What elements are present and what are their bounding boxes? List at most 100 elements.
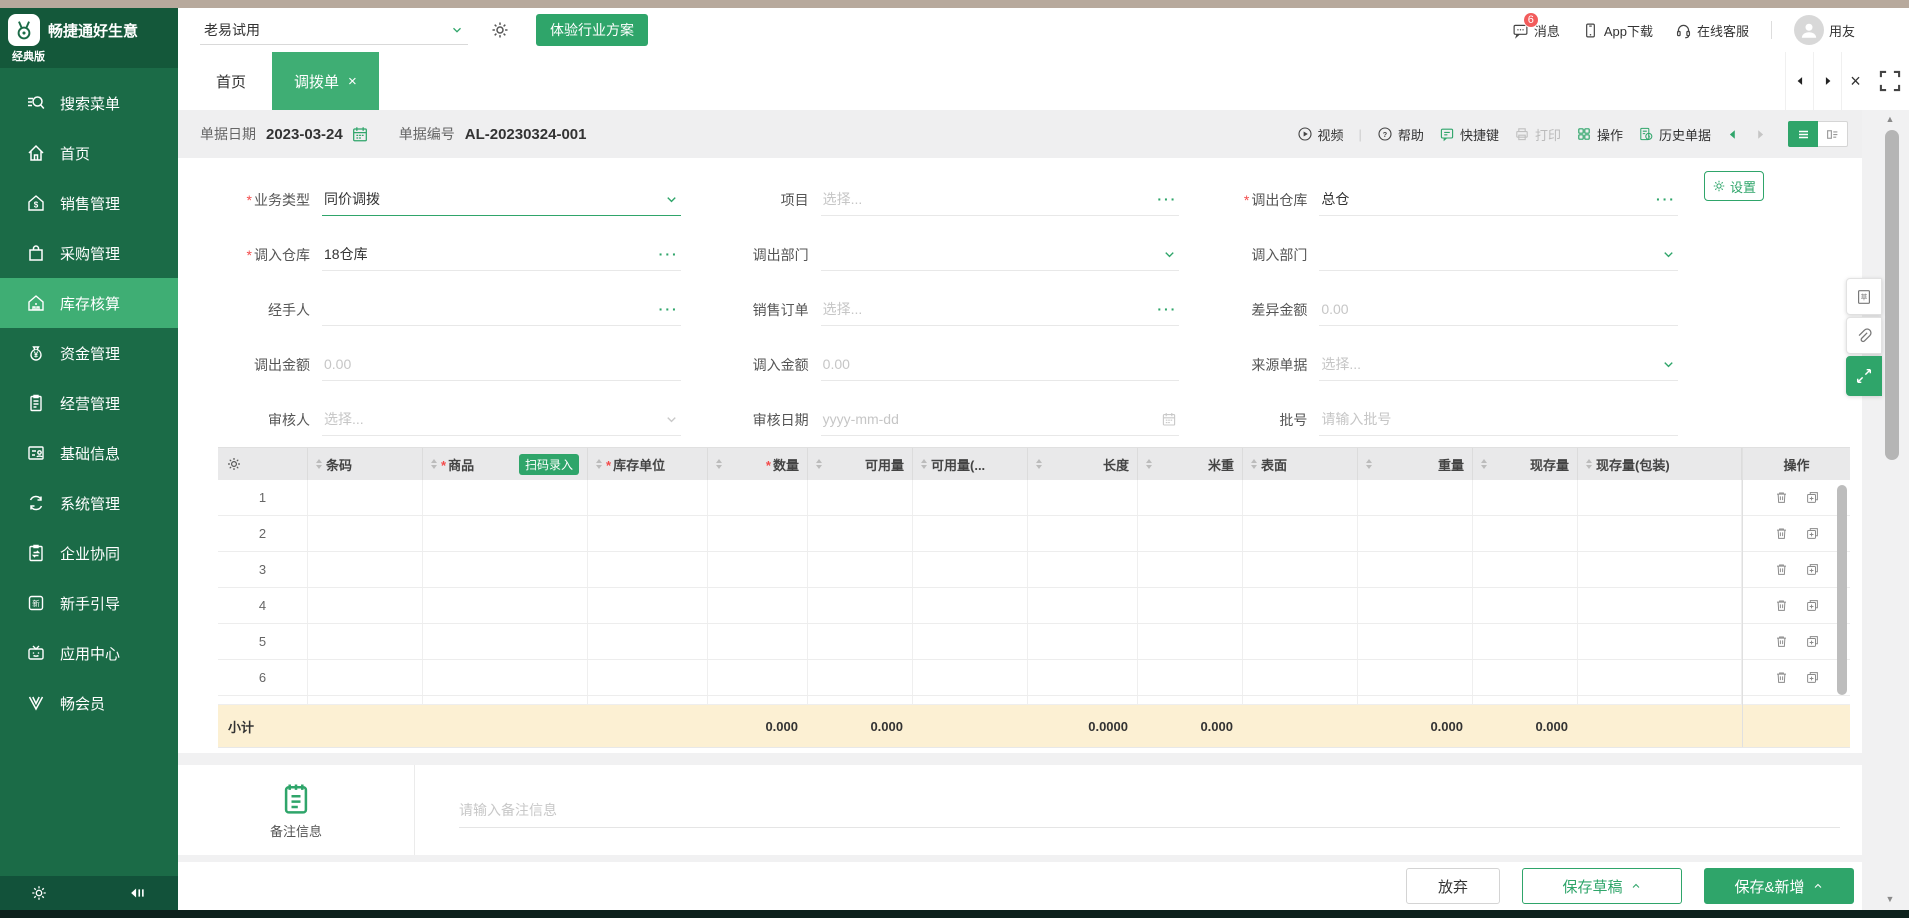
cell-product[interactable]: [423, 516, 588, 551]
account-select[interactable]: 老易试用: [200, 15, 468, 45]
cell-stock[interactable]: [1473, 660, 1578, 695]
delete-row-icon[interactable]: [1774, 670, 1789, 685]
cell-stock_pkg[interactable]: [1578, 552, 1742, 587]
sort-arrows-icon[interactable]: [1586, 459, 1592, 469]
cell-surface[interactable]: [1243, 516, 1358, 551]
cell-barcode[interactable]: [308, 588, 423, 623]
cell-available[interactable]: [808, 552, 913, 587]
video-button[interactable]: 视频: [1297, 125, 1344, 144]
more-options-icon[interactable]: ···: [659, 302, 679, 316]
header-settings-gear-icon[interactable]: [490, 20, 510, 40]
cell-available[interactable]: [808, 660, 913, 695]
cell-surface[interactable]: [1243, 660, 1358, 695]
cell-available[interactable]: [808, 516, 913, 551]
cell-meter_weight[interactable]: [1138, 516, 1243, 551]
chevron-down-icon[interactable]: [1162, 247, 1177, 262]
cell-meter_weight[interactable]: [1138, 588, 1243, 623]
column-header-stock[interactable]: 现存量: [1473, 448, 1578, 480]
cell-product[interactable]: [423, 552, 588, 587]
cell-weight[interactable]: [1358, 480, 1473, 515]
cell-available[interactable]: [808, 588, 913, 623]
field-input-审核日期[interactable]: yyyy-mm-dd: [820, 404, 1180, 436]
column-header-available_pkg[interactable]: 可用量(...: [913, 448, 1028, 480]
cell-product[interactable]: [423, 480, 588, 515]
field-input-调入部门[interactable]: [1319, 239, 1678, 271]
cell-surface[interactable]: [1243, 624, 1358, 659]
cell-product[interactable]: [423, 624, 588, 659]
cell-barcode[interactable]: [308, 552, 423, 587]
doc-date-value[interactable]: 2023-03-24: [266, 126, 343, 143]
field-input-调入仓库[interactable]: 18仓库 ···: [322, 239, 681, 271]
copy-row-icon[interactable]: [1805, 562, 1820, 577]
sort-arrows-icon[interactable]: [1366, 459, 1372, 469]
cell-unit[interactable]: [588, 552, 708, 587]
cell-qty[interactable]: [708, 516, 808, 551]
sidebar-item-2[interactable]: $ 销售管理: [0, 178, 178, 228]
field-input-业务类型[interactable]: 同价调拨: [322, 184, 681, 216]
cell-stock[interactable]: [1473, 516, 1578, 551]
sidebar-item-11[interactable]: 应用中心: [0, 628, 178, 678]
sort-arrows-icon[interactable]: [816, 459, 822, 469]
more-options-icon[interactable]: ···: [1656, 192, 1676, 206]
history-docs-button[interactable]: 历史单据: [1638, 125, 1711, 144]
delete-row-icon[interactable]: [1774, 598, 1789, 613]
column-header-length[interactable]: 长度: [1028, 448, 1138, 480]
cell-stock_pkg[interactable]: [1578, 588, 1742, 623]
cell-qty[interactable]: [708, 588, 808, 623]
field-input-项目[interactable]: 选择... ···: [820, 184, 1180, 216]
delete-row-icon[interactable]: [1774, 526, 1789, 541]
field-input-销售订单[interactable]: 选择... ···: [820, 294, 1180, 326]
cell-unit[interactable]: [588, 660, 708, 695]
cell-unit[interactable]: [588, 624, 708, 659]
field-input-来源单据[interactable]: 选择...: [1319, 349, 1678, 381]
sidebar-item-1[interactable]: 首页: [0, 128, 178, 178]
attachment-button[interactable]: [1846, 317, 1882, 354]
cell-stock[interactable]: [1473, 624, 1578, 659]
sort-arrows-icon[interactable]: [1146, 459, 1152, 469]
next-doc-icon[interactable]: [1754, 128, 1767, 141]
more-options-icon[interactable]: ···: [1157, 302, 1177, 316]
collapse-sidebar-icon[interactable]: [128, 884, 146, 902]
sort-arrows-icon[interactable]: [431, 459, 437, 469]
cell-length[interactable]: [1028, 588, 1138, 623]
operations-button[interactable]: 操作: [1576, 125, 1623, 144]
cell-unit[interactable]: [588, 480, 708, 515]
expand-panel-button[interactable]: [1846, 356, 1882, 396]
scroll-up-arrow[interactable]: ▲: [1883, 114, 1897, 124]
cell-weight[interactable]: [1358, 588, 1473, 623]
copy-row-icon[interactable]: [1805, 634, 1820, 649]
sort-arrows-icon[interactable]: [596, 459, 602, 469]
sidebar-item-9[interactable]: 企业协同: [0, 528, 178, 578]
discard-button[interactable]: 放弃: [1406, 868, 1500, 904]
sidebar-item-8[interactable]: 系统管理: [0, 478, 178, 528]
column-header-unit[interactable]: * 库存单位: [588, 448, 708, 480]
sort-arrows-icon[interactable]: [716, 459, 722, 469]
sidebar-item-10[interactable]: 新 新手引导: [0, 578, 178, 628]
calendar-icon[interactable]: [1161, 411, 1177, 427]
cell-stock_pkg[interactable]: [1578, 660, 1742, 695]
fullscreen-icon[interactable]: [1877, 68, 1903, 94]
cell-barcode[interactable]: [308, 480, 423, 515]
cell-stock[interactable]: [1473, 552, 1578, 587]
messages-button[interactable]: 消息 6: [1512, 11, 1560, 40]
field-input-调出部门[interactable]: [820, 239, 1180, 271]
cell-unit[interactable]: [588, 516, 708, 551]
calendar-icon[interactable]: [351, 125, 369, 143]
cell-qty[interactable]: [708, 660, 808, 695]
field-input-批号[interactable]: 请输入批号: [1319, 404, 1678, 436]
draft-list-button[interactable]: 草: [1846, 278, 1882, 315]
column-header-product[interactable]: * 商品 扫码录入: [423, 448, 588, 480]
cell-length[interactable]: [1028, 552, 1138, 587]
cell-available_pkg[interactable]: [913, 660, 1028, 695]
help-button[interactable]: ? 帮助: [1377, 125, 1424, 144]
sort-arrows-icon[interactable]: [1251, 459, 1257, 469]
user-menu[interactable]: 用友: [1793, 15, 1855, 45]
cell-available_pkg[interactable]: [913, 588, 1028, 623]
column-header-row[interactable]: [218, 448, 308, 480]
close-all-tabs-button[interactable]: ×: [1841, 52, 1869, 110]
column-header-meter_weight[interactable]: 米重: [1138, 448, 1243, 480]
tab-scroll-left-button[interactable]: [1785, 52, 1813, 110]
cell-available[interactable]: [808, 480, 913, 515]
sort-arrows-icon[interactable]: [316, 459, 322, 469]
tab-transfer-order[interactable]: 调拨单 ×: [272, 52, 379, 110]
